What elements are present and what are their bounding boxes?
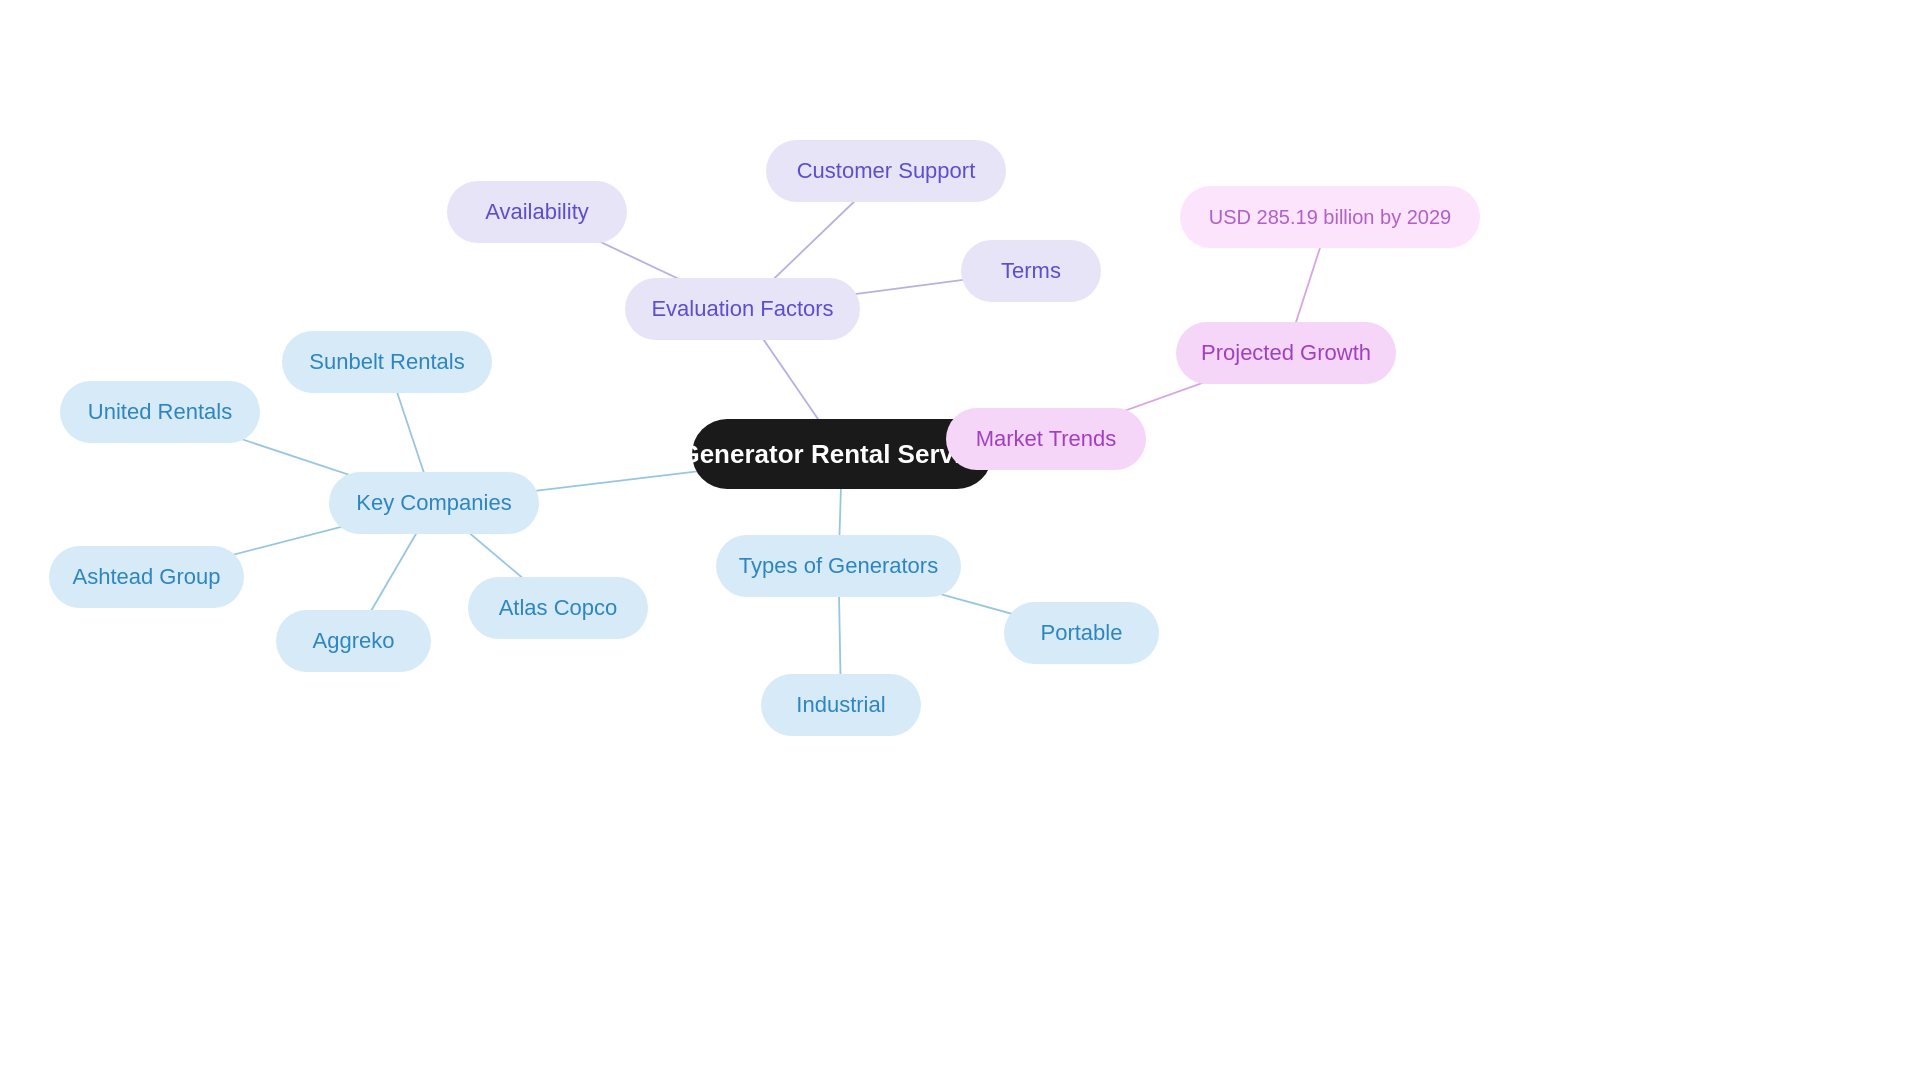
key-companies-node: Key Companies — [329, 472, 539, 534]
united-rentals-node: United Rentals — [60, 381, 260, 443]
customer-support-node: Customer Support — [766, 140, 1006, 202]
ashtead-group-node: Ashtead Group — [49, 546, 244, 608]
projected-growth-node: Projected Growth — [1176, 322, 1396, 384]
atlas-copco-node: Atlas Copco — [468, 577, 648, 639]
terms-node: Terms — [961, 240, 1101, 302]
sunbelt-rentals-node: Sunbelt Rentals — [282, 331, 492, 393]
aggreko-node: Aggreko — [276, 610, 431, 672]
usd-billion-node: USD 285.19 billion by 2029 — [1180, 186, 1480, 248]
portable-node: Portable — [1004, 602, 1159, 664]
availability-node: Availability — [447, 181, 627, 243]
industrial-node: Industrial — [761, 674, 921, 736]
types-generators-node: Types of Generators — [716, 535, 961, 597]
evaluation-factors-node: Evaluation Factors — [625, 278, 860, 340]
market-trends-node: Market Trends — [946, 408, 1146, 470]
